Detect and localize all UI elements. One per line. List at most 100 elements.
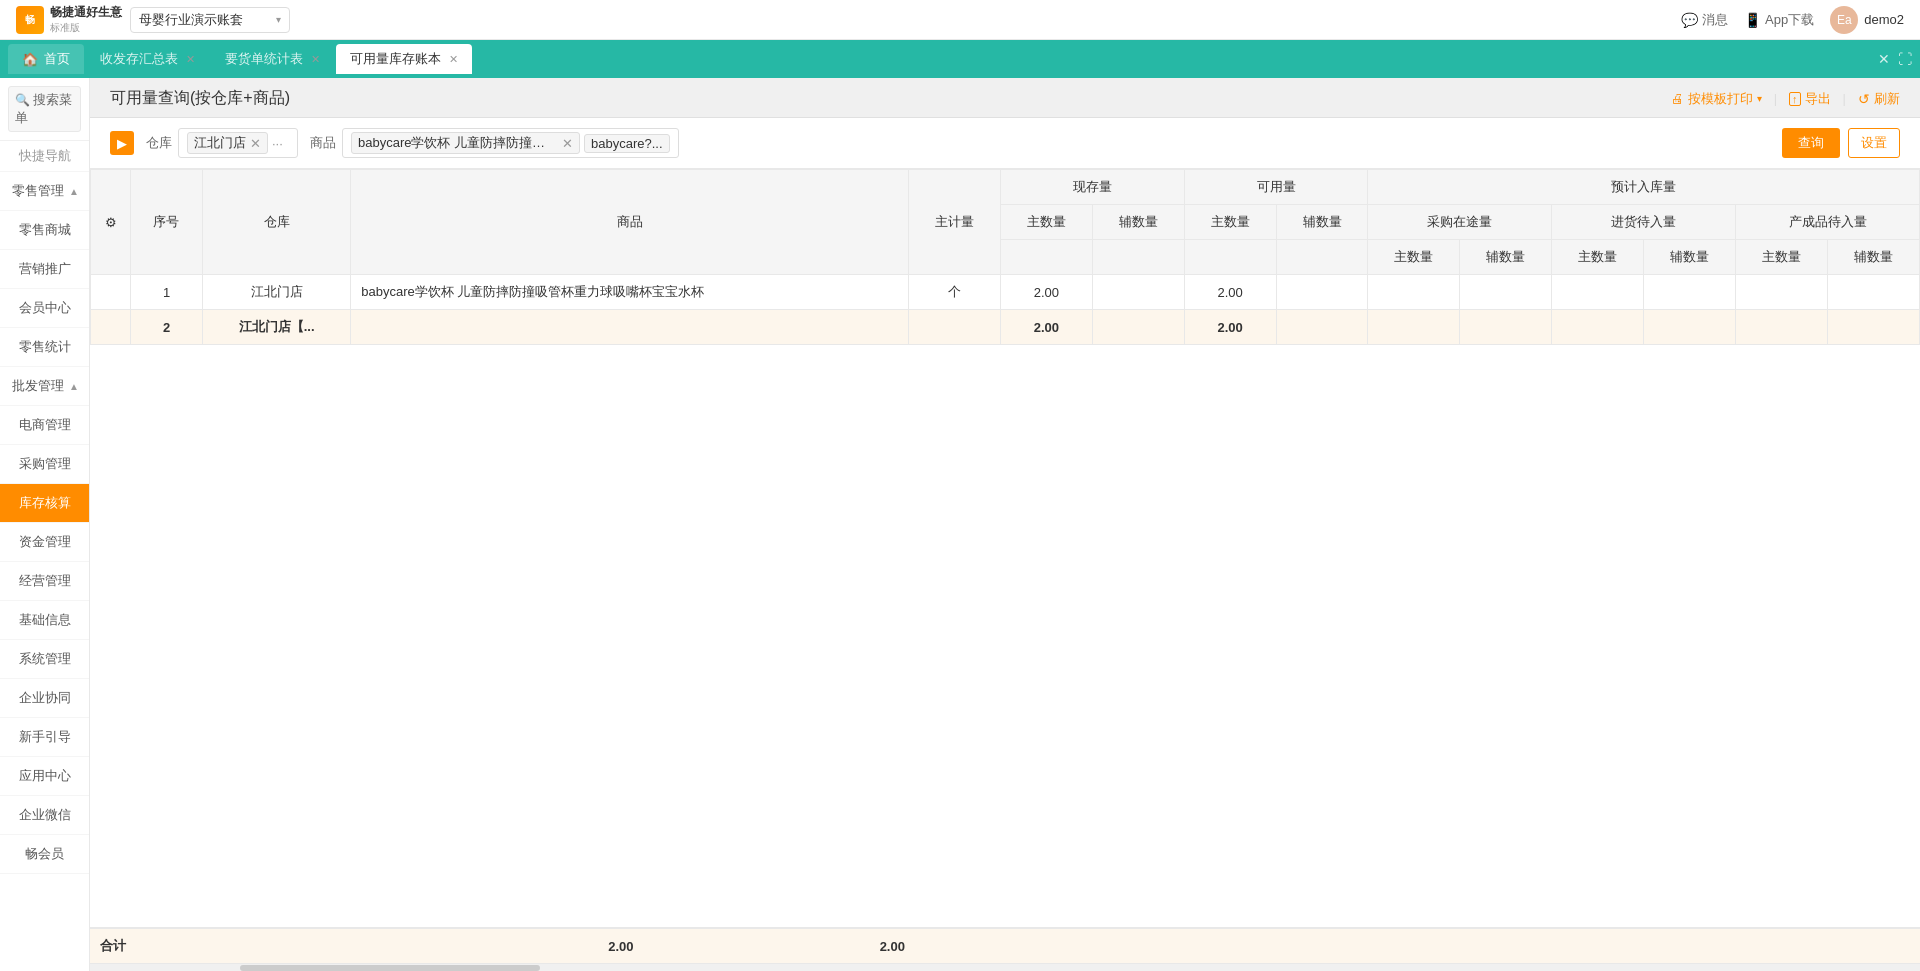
print-arrow-icon: ▾ bbox=[1757, 93, 1762, 104]
nav-tabs: 🏠 首页 收发存汇总表 ✕ 要货单统计表 ✕ 可用量库存账本 ✕ ✕ ⛶ bbox=[0, 40, 1920, 78]
row-unit bbox=[909, 310, 1001, 345]
row-finished-main bbox=[1736, 275, 1828, 310]
col-header-fin-main: 主数量 bbox=[1736, 240, 1828, 275]
footer-inc-aux bbox=[1503, 939, 1639, 954]
tab-home[interactable]: 🏠 首页 bbox=[8, 44, 84, 74]
sidebar-item-newbie[interactable]: 新手引导 bbox=[0, 718, 89, 757]
product-tag-1: babycare学饮杯 儿童防摔防撞吸管杯重力球吸嘴杯宝宝水杯 ✕ bbox=[351, 132, 580, 154]
sidebar-item-member[interactable]: 会员中心 bbox=[0, 289, 89, 328]
footer-pu-aux bbox=[1232, 939, 1368, 954]
sidebar-item-inventory[interactable]: 库存核算 bbox=[0, 484, 89, 523]
col-header-inc-aux: 辅数量 bbox=[1644, 240, 1736, 275]
col-header-settings[interactable]: ⚙ bbox=[91, 170, 131, 275]
sidebar-item-marketing[interactable]: 营销推广 bbox=[0, 250, 89, 289]
col-header-unit: 主计量 bbox=[909, 170, 1001, 275]
col-header-stock-aux: 辅数量 bbox=[1092, 205, 1184, 240]
sidebar-item-corpwx[interactable]: 企业微信 bbox=[0, 796, 89, 835]
sidebar-item-finance[interactable]: 资金管理 bbox=[0, 523, 89, 562]
refresh-icon: ↺ bbox=[1858, 91, 1870, 107]
col-header-p-main bbox=[1000, 240, 1092, 275]
col-header-pi-aux bbox=[1276, 240, 1368, 275]
window-controls: ✕ ⛶ bbox=[1878, 51, 1912, 67]
logo-text: 畅捷通好生意 标准版 bbox=[50, 4, 122, 35]
divider-2: | bbox=[1843, 91, 1846, 106]
remove-product-1-icon[interactable]: ✕ bbox=[562, 136, 573, 151]
warehouse-tag: 江北门店 ✕ bbox=[187, 132, 268, 154]
sidebar-item-appcenter[interactable]: 应用中心 bbox=[0, 757, 89, 796]
row-warehouse: 江北门店【... bbox=[202, 310, 350, 345]
footer-label: 合计 bbox=[100, 937, 126, 955]
sidebar-item-operation[interactable]: 经营管理 bbox=[0, 562, 89, 601]
product-input[interactable]: babycare学饮杯 儿童防摔防撞吸管杯重力球吸嘴杯宝宝水杯 ✕ babyca… bbox=[342, 128, 679, 158]
logo-area: 畅 畅捷通好生意 标准版 bbox=[16, 4, 122, 35]
refresh-button[interactable]: ↺ 刷新 bbox=[1858, 90, 1900, 108]
sidebar-item-purchase[interactable]: 采购管理 bbox=[0, 445, 89, 484]
table-footer: 合计 2.00 2.00 bbox=[90, 927, 1920, 963]
row-purchase-aux bbox=[1460, 275, 1552, 310]
store-selector[interactable]: 母婴行业演示账套 ▾ bbox=[130, 7, 290, 33]
row-product: babycare学饮杯 儿童防摔防撞吸管杯重力球吸嘴杯宝宝水杯 bbox=[351, 275, 909, 310]
data-table-wrapper: ⚙ 序号 仓库 商品 主计量 现存量 可用量 预计入库量 主数量 辅数量 主数量 bbox=[90, 169, 1920, 927]
search-menu-button[interactable]: 🔍 搜索菜单 bbox=[8, 86, 81, 132]
sidebar-item-zero-retail[interactable]: 零售管理 ▲ bbox=[0, 172, 89, 211]
user-profile[interactable]: Ea demo2 bbox=[1830, 6, 1904, 34]
tab-close-order[interactable]: ✕ bbox=[311, 53, 320, 66]
print-button[interactable]: 🖨 按模板打印 ▾ bbox=[1671, 90, 1762, 108]
table-row: 2江北门店【...2.002.00 bbox=[91, 310, 1920, 345]
col-header-stock: 现存量 bbox=[1000, 170, 1184, 205]
export-button[interactable]: ↑ 导出 bbox=[1789, 90, 1831, 108]
filter-toggle-button[interactable]: ▶ bbox=[110, 131, 134, 155]
app-download-button[interactable]: 📱 App下载 bbox=[1744, 11, 1814, 29]
sidebar-item-basic[interactable]: 基础信息 bbox=[0, 601, 89, 640]
logo-icon: 畅 bbox=[16, 6, 44, 34]
row-finished-main bbox=[1736, 310, 1828, 345]
settings-button[interactable]: 设置 bbox=[1848, 128, 1900, 158]
query-button[interactable]: 查询 bbox=[1782, 128, 1840, 158]
message-icon: 💬 bbox=[1681, 12, 1698, 28]
main-layout: 🔍 搜索菜单 快捷导航 零售管理 ▲ 零售商城 营销推广 会员中心 零售统计 批… bbox=[0, 78, 1920, 971]
filter-actions: 查询 设置 bbox=[1782, 128, 1900, 158]
row-incoming-aux bbox=[1644, 275, 1736, 310]
col-header-stock-main: 主数量 bbox=[1000, 205, 1092, 240]
footer-stock-main: 2.00 bbox=[553, 939, 689, 954]
tab-close-available[interactable]: ✕ bbox=[449, 53, 458, 66]
top-bar: 畅 畅捷通好生意 标准版 母婴行业演示账套 ▾ 💬 消息 📱 App下载 Ea … bbox=[0, 0, 1920, 40]
sidebar-search-area: 🔍 搜索菜单 bbox=[0, 78, 89, 141]
footer-values: 2.00 2.00 bbox=[146, 939, 1910, 954]
tab-order[interactable]: 要货单统计表 ✕ bbox=[211, 44, 334, 74]
more-options-icon[interactable]: ··· bbox=[272, 136, 283, 151]
horizontal-scrollbar[interactable] bbox=[90, 963, 1920, 971]
page-title: 可用量查询(按仓库+商品) bbox=[110, 88, 290, 109]
sidebar-item-zero-shop[interactable]: 零售商城 bbox=[0, 211, 89, 250]
row-settings bbox=[91, 275, 131, 310]
sidebar-item-ecommerce[interactable]: 电商管理 bbox=[0, 406, 89, 445]
sidebar-item-system[interactable]: 系统管理 bbox=[0, 640, 89, 679]
sidebar-item-quick-nav[interactable]: 快捷导航 bbox=[0, 141, 89, 172]
footer-fin-aux bbox=[1774, 939, 1910, 954]
close-window-icon[interactable]: ✕ bbox=[1878, 51, 1890, 67]
page-header: 可用量查询(按仓库+商品) 🖨 按模板打印 ▾ | ↑ 导出 | ↺ 刷新 bbox=[90, 78, 1920, 118]
col-header-pu-aux: 辅数量 bbox=[1460, 240, 1552, 275]
sidebar-item-zero-stats[interactable]: 零售统计 bbox=[0, 328, 89, 367]
warehouse-label: 仓库 bbox=[146, 134, 172, 152]
tab-receive[interactable]: 收发存汇总表 ✕ bbox=[86, 44, 209, 74]
warehouse-input[interactable]: 江北门店 ✕ ··· bbox=[178, 128, 298, 158]
maximize-icon[interactable]: ⛶ bbox=[1898, 51, 1912, 67]
tab-available[interactable]: 可用量库存账本 ✕ bbox=[336, 44, 472, 74]
row-stock-main: 2.00 bbox=[1000, 310, 1092, 345]
remove-warehouse-icon[interactable]: ✕ bbox=[250, 136, 261, 151]
scroll-thumb[interactable] bbox=[240, 965, 540, 971]
sidebar-item-enterprise[interactable]: 企业协同 bbox=[0, 679, 89, 718]
sidebar-item-wholesale[interactable]: 批发管理 ▲ bbox=[0, 367, 89, 406]
chevron-icon-2: ▲ bbox=[69, 381, 79, 392]
product-filter: 商品 babycare学饮杯 儿童防摔防撞吸管杯重力球吸嘴杯宝宝水杯 ✕ bab… bbox=[310, 128, 679, 158]
print-icon: 🖨 bbox=[1671, 91, 1684, 106]
footer-fin-main bbox=[1639, 939, 1775, 954]
data-table: ⚙ 序号 仓库 商品 主计量 现存量 可用量 预计入库量 主数量 辅数量 主数量 bbox=[90, 169, 1920, 345]
tab-close-receive[interactable]: ✕ bbox=[186, 53, 195, 66]
footer-avail-main: 2.00 bbox=[824, 939, 960, 954]
settings-icon: ⚙ bbox=[105, 215, 117, 230]
sidebar-item-member2[interactable]: 畅会员 bbox=[0, 835, 89, 874]
message-button[interactable]: 💬 消息 bbox=[1681, 11, 1728, 29]
row-stock-main: 2.00 bbox=[1000, 275, 1092, 310]
